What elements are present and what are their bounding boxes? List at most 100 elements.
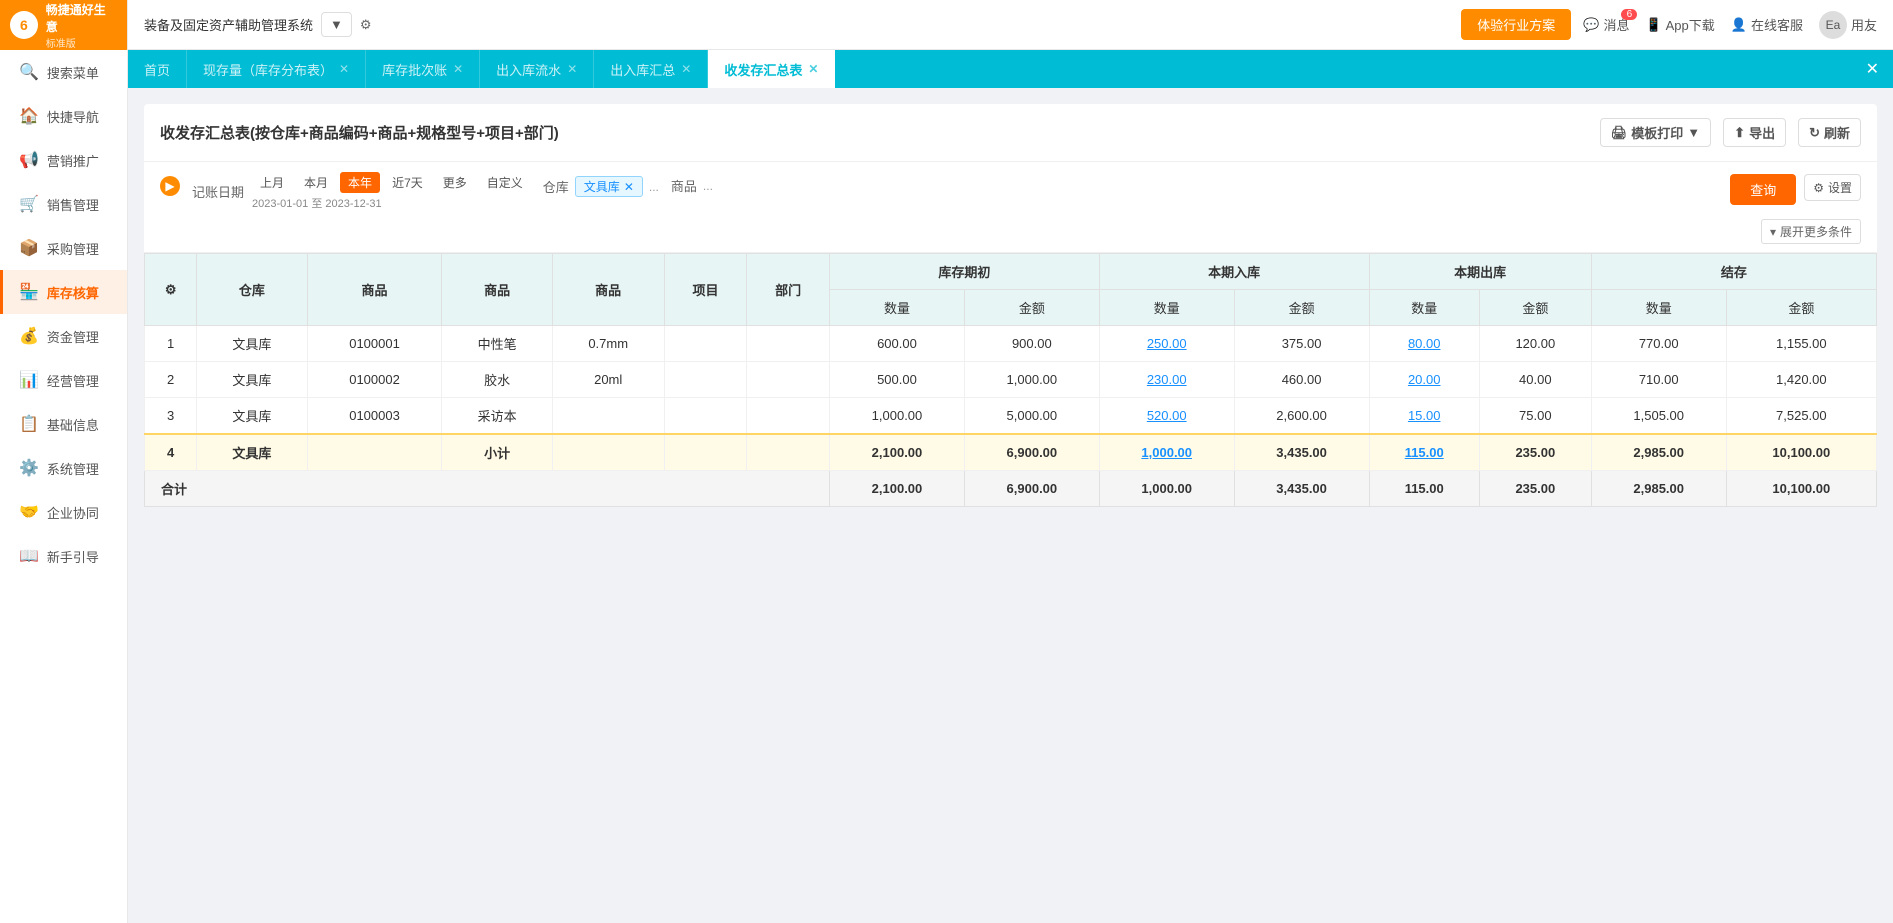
cell-out-amount: 235.00 xyxy=(1479,434,1591,471)
table-footer: 合计 2,100.00 6,900.00 1,000.00 3,435.00 1… xyxy=(145,471,1877,507)
query-button[interactable]: 查询 xyxy=(1730,174,1796,205)
cell-in-qty[interactable]: 230.00 xyxy=(1099,362,1234,398)
sidebar-item-purchase[interactable]: 📦 采购管理 xyxy=(0,226,127,270)
warehouse-more[interactable]: ... xyxy=(649,180,659,194)
footer-in-qty: 1,000.00 xyxy=(1099,471,1234,507)
sidebar-item-newbie[interactable]: 📖 新手引导 xyxy=(0,534,127,578)
date-tab-this-year[interactable]: 本年 xyxy=(340,172,380,193)
tab-in-out-flow-label: 出入库流水 xyxy=(496,60,561,79)
col-opening: 库存期初 xyxy=(830,254,1100,290)
sidebar-item-sales[interactable]: 🛒 销售管理 xyxy=(0,182,127,226)
filter-collapse-icon[interactable]: ▶ xyxy=(160,176,180,196)
footer-out-qty: 115.00 xyxy=(1369,471,1479,507)
cell-opening-qty: 600.00 xyxy=(830,326,965,362)
cell-in-qty[interactable]: 520.00 xyxy=(1099,398,1234,435)
cell-opening-amount: 1,000.00 xyxy=(964,362,1099,398)
cell-opening-amount: 5,000.00 xyxy=(964,398,1099,435)
col-out-qty: 数量 xyxy=(1369,290,1479,326)
cell-in-qty-link[interactable]: 520.00 xyxy=(1147,408,1187,423)
window-close-button[interactable]: ✕ xyxy=(1852,50,1893,88)
sidebar-item-search[interactable]: 🔍 搜索菜单 xyxy=(0,50,127,94)
settings-button[interactable]: ⚙ 设置 xyxy=(1804,174,1861,201)
tab-in-out-flow[interactable]: 出入库流水 ✕ xyxy=(480,50,594,88)
col-in-amount: 金额 xyxy=(1234,290,1369,326)
cell-product-code: 0100001 xyxy=(307,326,442,362)
logo-text: 畅捷通好生意 标准版 xyxy=(46,1,117,50)
date-tab-7days[interactable]: 近7天 xyxy=(384,172,431,193)
product-more[interactable]: ... xyxy=(703,179,713,193)
tab-stock-summary[interactable]: 收发存汇总表 ✕ xyxy=(708,50,835,88)
refresh-button[interactable]: ↻ 刷新 xyxy=(1798,118,1861,147)
col-settings[interactable]: ⚙ xyxy=(145,254,197,326)
tab-close-icon[interactable]: ✕ xyxy=(567,62,577,76)
tab-inventory-dist[interactable]: 现存量（库存分布表） ✕ xyxy=(187,50,366,88)
cell-opening-qty: 500.00 xyxy=(830,362,965,398)
app-download-action[interactable]: 📱 App下载 xyxy=(1645,15,1714,34)
col-balance: 结存 xyxy=(1591,254,1876,290)
date-tabs: 上月 本月 本年 近7天 更多 自定义 xyxy=(252,172,531,193)
cell-product-spec: 20ml xyxy=(552,362,664,398)
sidebar-item-quick[interactable]: 🏠 快捷导航 xyxy=(0,94,127,138)
sidebar-item-inventory[interactable]: 🏪 库存核算 xyxy=(0,270,127,314)
online-service-action[interactable]: 👤 在线客服 xyxy=(1731,15,1803,34)
date-tab-more[interactable]: 更多 xyxy=(435,172,475,193)
cell-out-qty-link[interactable]: 115.00 xyxy=(1405,445,1444,460)
date-tab-last-month[interactable]: 上月 xyxy=(252,172,292,193)
product-filter-group: 商品 ... xyxy=(671,172,713,195)
cell-in-qty-link[interactable]: 230.00 xyxy=(1147,372,1187,387)
cell-out-qty[interactable]: 20.00 xyxy=(1369,362,1479,398)
tab-batch[interactable]: 库存批次账 ✕ xyxy=(366,50,480,88)
tab-inventory-dist-label: 现存量（库存分布表） xyxy=(203,60,333,79)
col-opening-qty: 数量 xyxy=(830,290,965,326)
home-icon: 🏠 xyxy=(19,106,39,126)
tab-close-icon[interactable]: ✕ xyxy=(453,62,463,76)
cell-out-qty[interactable]: 115.00 xyxy=(1369,434,1479,471)
tab-close-icon[interactable]: ✕ xyxy=(339,62,349,76)
sidebar-item-finance[interactable]: 💰 资金管理 xyxy=(0,314,127,358)
sidebar-item-operations[interactable]: 📊 经营管理 xyxy=(0,358,127,402)
logo: 6 畅捷通好生意 标准版 xyxy=(0,0,127,50)
user-action[interactable]: Ea 用友 xyxy=(1819,11,1877,39)
cell-out-qty-link[interactable]: 15.00 xyxy=(1408,408,1441,423)
tab-close-icon[interactable]: ✕ xyxy=(808,62,818,76)
cell-in-qty-link[interactable]: 1,000.00 xyxy=(1141,445,1192,460)
cell-in-qty-link[interactable]: 250.00 xyxy=(1147,336,1187,351)
message-action[interactable]: 💬 消息 6 xyxy=(1583,15,1629,34)
cell-warehouse: 文具库 xyxy=(197,362,307,398)
col-in-qty: 数量 xyxy=(1099,290,1234,326)
sidebar-item-label: 企业协同 xyxy=(47,503,99,522)
cell-seq: 4 xyxy=(145,434,197,471)
sidebar-item-label: 销售管理 xyxy=(47,195,99,214)
cell-in-qty[interactable]: 250.00 xyxy=(1099,326,1234,362)
column-settings-icon[interactable]: ⚙ xyxy=(165,282,177,297)
cell-out-qty[interactable]: 15.00 xyxy=(1369,398,1479,435)
sidebar-item-system[interactable]: ⚙️ 系统管理 xyxy=(0,446,127,490)
sidebar-item-enterprise[interactable]: 🤝 企业协同 xyxy=(0,490,127,534)
cell-product-name: 采访本 xyxy=(442,398,552,435)
cell-out-qty[interactable]: 80.00 xyxy=(1369,326,1479,362)
filter-toggle-btn[interactable]: ▶ xyxy=(160,172,180,196)
expand-more-button[interactable]: ▾ 展开更多条件 xyxy=(1761,219,1861,244)
system-select[interactable]: ▼ xyxy=(321,12,352,37)
sidebar-item-marketing[interactable]: 📢 营销推广 xyxy=(0,138,127,182)
sidebar-item-label: 资金管理 xyxy=(47,327,99,346)
tab-close-icon[interactable]: ✕ xyxy=(681,62,691,76)
tab-home[interactable]: 首页 xyxy=(128,50,187,88)
sidebar-item-basic[interactable]: 📋 基础信息 xyxy=(0,402,127,446)
settings-icon[interactable]: ⚙ xyxy=(360,17,372,33)
inventory-icon: 🏪 xyxy=(19,282,39,302)
expand-more-row: ▾ 展开更多条件 xyxy=(160,211,1861,252)
page-content: 收发存汇总表(按仓库+商品编码+商品+规格型号+项目+部门) 🖨 模板打印 ▼ … xyxy=(128,88,1893,923)
date-tab-custom[interactable]: 自定义 xyxy=(479,172,531,193)
export-button[interactable]: ⬆ 导出 xyxy=(1723,118,1786,147)
tab-in-out-summary[interactable]: 出入库汇总 ✕ xyxy=(594,50,708,88)
trial-button[interactable]: 体验行业方案 xyxy=(1461,9,1571,40)
cell-in-qty[interactable]: 1,000.00 xyxy=(1099,434,1234,471)
warehouse-tag-close[interactable]: ✕ xyxy=(624,180,634,194)
print-button[interactable]: 🖨 模板打印 ▼ xyxy=(1600,118,1711,147)
col-balance-amount: 金额 xyxy=(1726,290,1876,326)
system-icon: ⚙️ xyxy=(19,458,39,478)
cell-out-qty-link[interactable]: 20.00 xyxy=(1408,372,1441,387)
date-tab-this-month[interactable]: 本月 xyxy=(296,172,336,193)
cell-out-qty-link[interactable]: 80.00 xyxy=(1408,336,1441,351)
